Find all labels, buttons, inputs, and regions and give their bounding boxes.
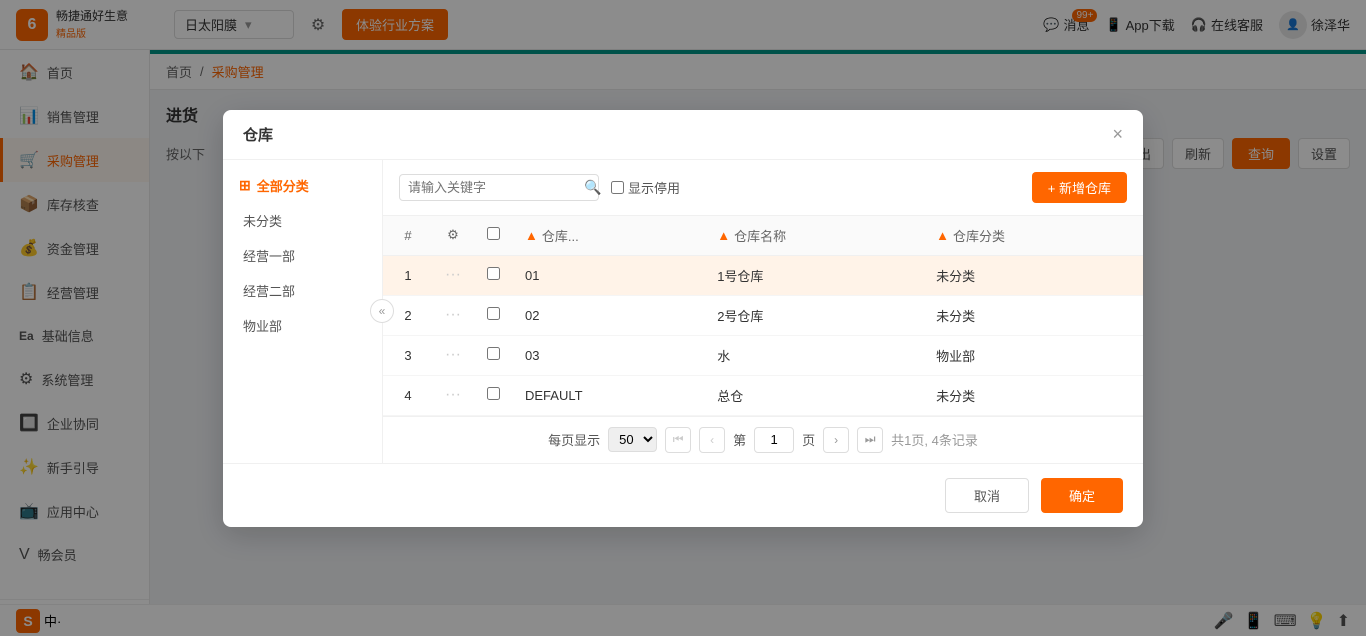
- search-icon: 🔍: [584, 179, 601, 196]
- category-collapse-button[interactable]: «: [370, 299, 394, 323]
- cell-name: 总仓: [705, 375, 924, 415]
- sort-icon: ▲: [525, 228, 538, 243]
- cell-actions[interactable]: ···: [433, 335, 473, 375]
- category-sort[interactable]: ▲ 仓库分类: [936, 226, 1131, 245]
- modal-right-panel: 🔍 显示停用 + 新增仓库 #: [383, 160, 1143, 463]
- grid-icon: ⊞: [239, 177, 251, 194]
- modal-actions: 取消 确定: [223, 463, 1143, 527]
- warehouse-table: # ⚙ ▲ 仓库...: [383, 216, 1143, 416]
- th-code: ▲ 仓库...: [513, 216, 705, 256]
- table-row: 1 ··· 01 1号仓库 未分类: [383, 255, 1143, 295]
- confirm-button[interactable]: 确定: [1041, 478, 1123, 513]
- cell-code: 02: [513, 295, 705, 335]
- cell-code: DEFAULT: [513, 375, 705, 415]
- table-row: 2 ··· 02 2号仓库 未分类: [383, 295, 1143, 335]
- cell-code: 03: [513, 335, 705, 375]
- cancel-button[interactable]: 取消: [945, 478, 1029, 513]
- cell-category: 物业部: [924, 335, 1143, 375]
- next-page-button[interactable]: ›: [823, 427, 849, 453]
- cell-actions[interactable]: ···: [433, 375, 473, 415]
- per-page-select[interactable]: 50: [608, 427, 657, 452]
- modal-table-wrap: # ⚙ ▲ 仓库...: [383, 216, 1143, 416]
- cell-name: 1号仓库: [705, 255, 924, 295]
- sort-icon: ▲: [717, 228, 730, 243]
- search-input[interactable]: [408, 180, 584, 195]
- settings-icon: ⚙: [447, 227, 459, 242]
- cell-checkbox[interactable]: [473, 375, 513, 415]
- page-number-input[interactable]: [754, 427, 794, 453]
- category-item-unclassified[interactable]: 未分类: [223, 203, 382, 238]
- table-header-row: # ⚙ ▲ 仓库...: [383, 216, 1143, 256]
- modal-close-button[interactable]: ×: [1112, 124, 1123, 145]
- table-row: 4 ··· DEFAULT 总仓 未分类: [383, 375, 1143, 415]
- modal-header: 仓库 ×: [223, 110, 1143, 160]
- cell-category: 未分类: [924, 255, 1143, 295]
- cell-checkbox[interactable]: [473, 295, 513, 335]
- category-item-property[interactable]: 物业部: [223, 308, 382, 343]
- modal-overlay: 仓库 × « ⊞ 全部分类 未分类 经营一部 经营二部 物业部: [0, 0, 1366, 636]
- last-page-button[interactable]: ⏭: [857, 427, 883, 453]
- first-page-button[interactable]: ⏮: [665, 427, 691, 453]
- show-disabled-label: 显示停用: [611, 178, 680, 197]
- cell-no: 3: [383, 335, 433, 375]
- modal-pagination: 每页显示 50 ⏮ ‹ 第 页 › ⏭ 共1页, 4条记录: [383, 416, 1143, 463]
- th-name: ▲ 仓库名称: [705, 216, 924, 256]
- cell-actions[interactable]: ···: [433, 295, 473, 335]
- add-warehouse-button[interactable]: + 新增仓库: [1032, 172, 1127, 203]
- cell-category: 未分类: [924, 375, 1143, 415]
- show-disabled-checkbox[interactable]: [611, 181, 624, 194]
- category-item-business1[interactable]: 经营一部: [223, 238, 382, 273]
- category-panel: « ⊞ 全部分类 未分类 经营一部 经营二部 物业部: [223, 160, 383, 463]
- table-row: 3 ··· 03 水 物业部: [383, 335, 1143, 375]
- modal-toolbar: 🔍 显示停用 + 新增仓库: [383, 160, 1143, 216]
- cell-name: 2号仓库: [705, 295, 924, 335]
- prev-page-button[interactable]: ‹: [699, 427, 725, 453]
- cell-no: 1: [383, 255, 433, 295]
- th-checkbox: [473, 216, 513, 256]
- modal-title: 仓库: [243, 124, 273, 145]
- th-no: #: [383, 216, 433, 256]
- select-all-checkbox[interactable]: [487, 227, 500, 240]
- sort-icon: ▲: [936, 228, 949, 243]
- cell-checkbox[interactable]: [473, 335, 513, 375]
- category-item-business2[interactable]: 经营二部: [223, 273, 382, 308]
- code-sort[interactable]: ▲ 仓库...: [525, 226, 693, 245]
- th-check: ⚙: [433, 216, 473, 256]
- name-sort[interactable]: ▲ 仓库名称: [717, 226, 912, 245]
- category-all[interactable]: ⊞ 全部分类: [223, 168, 382, 203]
- cell-no: 4: [383, 375, 433, 415]
- th-category: ▲ 仓库分类: [924, 216, 1143, 256]
- modal-body: « ⊞ 全部分类 未分类 经营一部 经营二部 物业部 🔍: [223, 160, 1143, 463]
- cell-actions[interactable]: ···: [433, 255, 473, 295]
- cell-name: 水: [705, 335, 924, 375]
- cell-code: 01: [513, 255, 705, 295]
- warehouse-modal: 仓库 × « ⊞ 全部分类 未分类 经营一部 经营二部 物业部: [223, 110, 1143, 527]
- cell-category: 未分类: [924, 295, 1143, 335]
- search-box: 🔍: [399, 174, 599, 201]
- page-word: 第: [733, 430, 746, 449]
- cell-checkbox[interactable]: [473, 255, 513, 295]
